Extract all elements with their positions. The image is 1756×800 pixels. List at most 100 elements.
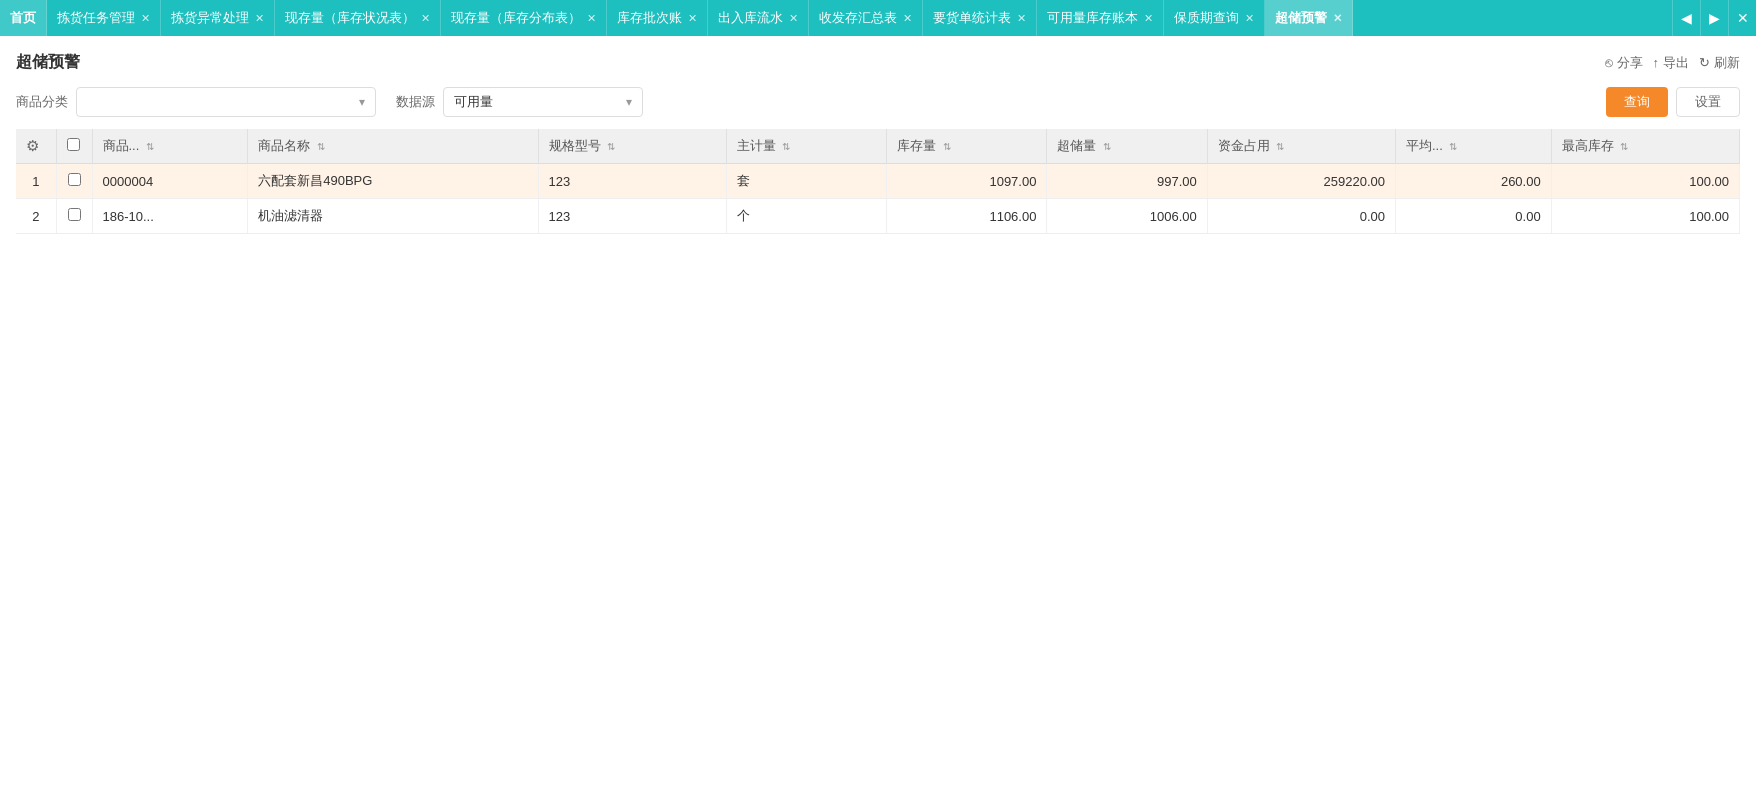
settings-button[interactable]: 设置 [1676,87,1740,117]
cell-spec-0: 123 [538,164,726,199]
close-tab-2-icon[interactable]: ✕ [255,12,264,25]
th-spec-label: 规格型号 [549,138,601,153]
th-max-stock-label: 最高库存 [1562,138,1614,153]
row-checkbox-0[interactable] [68,173,81,186]
sort-icon-goods-name: ⇅ [317,141,325,152]
sort-icon-avg: ⇅ [1449,141,1457,152]
cell-max-stock-0: 100.00 [1551,164,1739,199]
th-over-stock[interactable]: 超储量 ⇅ [1047,129,1207,164]
cell-over-stock-0: 997.00 [1047,164,1207,199]
nav-tab-9[interactable]: 可用量库存账本 ✕ [1037,0,1164,36]
export-button[interactable]: ↑ 导出 [1653,54,1690,72]
th-max-stock[interactable]: 最高库存 ⇅ [1551,129,1739,164]
sort-icon-spec: ⇅ [607,141,615,152]
sort-icon-stock: ⇅ [943,141,951,152]
filter-area: 商品分类 ▾ 数据源 可用量 ▾ 查询 设置 [16,87,1740,117]
sort-icon-max-stock: ⇅ [1620,141,1628,152]
table-row: 1 0000004 六配套新昌490BPG 123 套 1097.00 997.… [16,164,1740,199]
nav-tab-2[interactable]: 拣货异常处理 ✕ [161,0,275,36]
cell-spec-1: 123 [538,199,726,234]
header-actions: ⎋ 分享 ↑ 导出 ↻ 刷新 [1605,54,1741,72]
gear-icon[interactable]: ⚙ [26,137,39,154]
th-avg-label: 平均... [1406,138,1443,153]
cell-capital-1: 0.00 [1207,199,1395,234]
close-tab-1-icon[interactable]: ✕ [141,12,150,25]
th-stock-label: 库存量 [897,138,936,153]
table-body: 1 0000004 六配套新昌490BPG 123 套 1097.00 997.… [16,164,1740,234]
cell-goods-name-0: 六配套新昌490BPG [248,164,538,199]
th-goods-name-label: 商品名称 [258,138,310,153]
nav-tab-4[interactable]: 现存量（库存分布表） ✕ [441,0,607,36]
cell-goods-code-1: 186-10... [92,199,248,234]
th-checkbox[interactable] [56,129,92,164]
nav-next-button[interactable]: ▶ [1700,0,1728,36]
nav-tab-10[interactable]: 保质期查询 ✕ [1164,0,1265,36]
close-tab-11-icon[interactable]: ✕ [1333,12,1342,25]
th-gear[interactable]: ⚙ [16,129,56,164]
th-stock[interactable]: 库存量 ⇅ [887,129,1047,164]
category-select[interactable]: ▾ [76,87,376,117]
nav-tab-6[interactable]: 出入库流水 ✕ [708,0,809,36]
nav-arrow-group: ◀ ▶ ✕ [1672,0,1756,36]
nav-tab-11[interactable]: 超储预警 ✕ [1265,0,1353,36]
refresh-button[interactable]: ↻ 刷新 [1699,54,1740,72]
category-filter: 商品分类 ▾ [16,87,376,117]
close-tab-9-icon[interactable]: ✕ [1144,12,1153,25]
nav-tab-1[interactable]: 拣货任务管理 ✕ [47,0,161,36]
th-goods-name[interactable]: 商品名称 ⇅ [248,129,538,164]
share-button[interactable]: ⎋ 分享 [1605,54,1643,72]
row-checkbox-cell-1[interactable] [56,199,92,234]
cell-max-stock-1: 100.00 [1551,199,1739,234]
data-table: ⚙ 商品... ⇅ 商品名称 ⇅ 规格型号 ⇅ 主计量 [16,129,1740,234]
cell-avg-0: 260.00 [1395,164,1551,199]
nav-tab-5[interactable]: 库存批次账 ✕ [607,0,708,36]
cell-unit-0: 套 [726,164,886,199]
sort-icon-over-stock: ⇅ [1103,141,1111,152]
chevron-down-icon: ▾ [359,95,365,109]
cell-stock-1: 1106.00 [887,199,1047,234]
row-number-1: 2 [16,199,56,234]
cell-unit-1: 个 [726,199,886,234]
close-tab-6-icon[interactable]: ✕ [789,12,798,25]
chevron-down-icon-2: ▾ [626,95,632,109]
row-checkbox-1[interactable] [68,208,81,221]
page-content: 超储预警 ⎋ 分享 ↑ 导出 ↻ 刷新 商品分类 ▾ 数据源 [0,36,1756,800]
query-button[interactable]: 查询 [1606,87,1668,117]
nav-close-all-button[interactable]: ✕ [1728,0,1756,36]
top-navigation: 首页 拣货任务管理 ✕ 拣货异常处理 ✕ 现存量（库存状况表） ✕ 现存量（库存… [0,0,1756,36]
nav-tab-8[interactable]: 要货单统计表 ✕ [923,0,1037,36]
close-tab-4-icon[interactable]: ✕ [587,12,596,25]
th-capital[interactable]: 资金占用 ⇅ [1207,129,1395,164]
th-unit[interactable]: 主计量 ⇅ [726,129,886,164]
th-spec[interactable]: 规格型号 ⇅ [538,129,726,164]
datasource-filter: 数据源 可用量 ▾ [396,87,643,117]
nav-tab-3[interactable]: 现存量（库存状况表） ✕ [275,0,441,36]
row-number-0: 1 [16,164,56,199]
datasource-select[interactable]: 可用量 ▾ [443,87,643,117]
page-title: 超储预警 [16,52,80,73]
close-tab-10-icon[interactable]: ✕ [1245,12,1254,25]
th-avg[interactable]: 平均... ⇅ [1395,129,1551,164]
datasource-label: 数据源 [396,93,435,111]
share-icon: ⎋ [1605,55,1613,70]
row-checkbox-cell-0[interactable] [56,164,92,199]
th-capital-label: 资金占用 [1218,138,1270,153]
sort-icon-unit: ⇅ [782,141,790,152]
th-unit-label: 主计量 [737,138,776,153]
close-tab-3-icon[interactable]: ✕ [421,12,430,25]
close-tab-8-icon[interactable]: ✕ [1017,12,1026,25]
nav-tab-home[interactable]: 首页 [0,0,47,36]
sort-icon-capital: ⇅ [1276,141,1284,152]
th-goods-code[interactable]: 商品... ⇅ [92,129,248,164]
page-header: 超储预警 ⎋ 分享 ↑ 导出 ↻ 刷新 [16,52,1740,73]
nav-prev-button[interactable]: ◀ [1672,0,1700,36]
cell-goods-name-1: 机油滤清器 [248,199,538,234]
refresh-icon: ↻ [1699,55,1710,70]
close-tab-5-icon[interactable]: ✕ [688,12,697,25]
datasource-select-value: 可用量 [454,93,493,111]
nav-tab-7[interactable]: 收发存汇总表 ✕ [809,0,923,36]
close-tab-7-icon[interactable]: ✕ [903,12,912,25]
export-icon: ↑ [1653,55,1660,70]
filter-buttons: 查询 设置 [1606,87,1740,117]
select-all-checkbox[interactable] [67,138,80,151]
